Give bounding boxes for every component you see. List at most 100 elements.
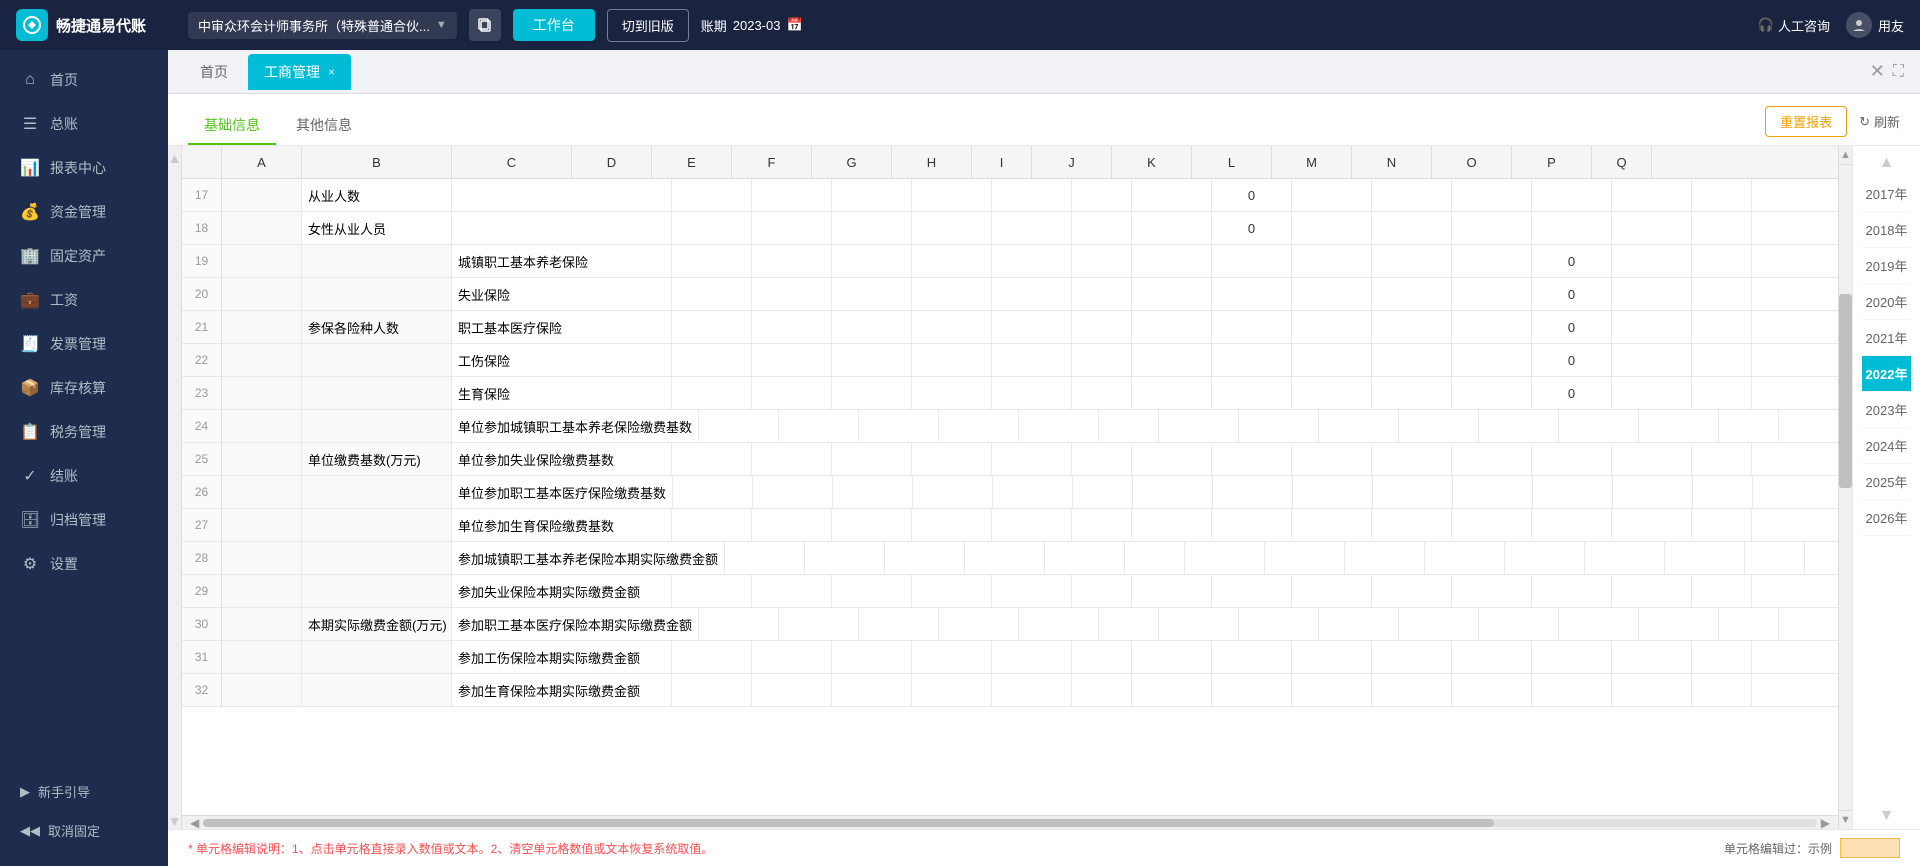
cell-J[interactable] <box>1132 212 1212 244</box>
cell-N[interactable] <box>1452 509 1532 541</box>
cell-D[interactable] <box>725 542 805 574</box>
year-item[interactable]: 2022年 <box>1862 356 1912 392</box>
cell-J[interactable] <box>1132 245 1212 277</box>
cell-O[interactable] <box>1559 410 1639 442</box>
service-button[interactable]: 🎧 人工咨询 <box>1758 16 1830 35</box>
cell-A[interactable] <box>222 443 302 475</box>
cell-F[interactable] <box>832 509 912 541</box>
cell-A[interactable] <box>222 311 302 343</box>
vscroll-thumb[interactable] <box>1839 294 1852 488</box>
cell-P[interactable] <box>1612 245 1692 277</box>
sidebar-item-assets[interactable]: 🏢 固定资产 <box>0 234 168 278</box>
sidebar-new-guide[interactable]: ▶ 新手引导 <box>0 772 168 811</box>
cell-Q[interactable] <box>1692 278 1752 310</box>
cell-F[interactable] <box>832 311 912 343</box>
cell-D[interactable] <box>672 179 752 211</box>
vscroll-up-btn[interactable]: ▲ <box>1839 146 1852 165</box>
cell-L[interactable] <box>1292 509 1372 541</box>
cell-P[interactable] <box>1612 443 1692 475</box>
cell-B[interactable] <box>302 377 452 409</box>
cell-L[interactable] <box>1292 674 1372 706</box>
cell-Q[interactable] <box>1692 344 1752 376</box>
cell-J[interactable] <box>1132 674 1212 706</box>
cell-H[interactable] <box>992 311 1072 343</box>
cell-B[interactable]: 女性从业人员 <box>302 212 452 244</box>
cell-A[interactable] <box>222 542 302 574</box>
cell-K[interactable] <box>1212 509 1292 541</box>
cell-K[interactable] <box>1212 443 1292 475</box>
tab-other-info[interactable]: 其他信息 <box>280 107 368 145</box>
cell-B[interactable] <box>302 542 452 574</box>
cell-M[interactable] <box>1425 542 1505 574</box>
cell-F[interactable] <box>832 674 912 706</box>
vscroll-down-btn[interactable]: ▼ <box>1839 810 1852 829</box>
cell-Q[interactable] <box>1692 443 1752 475</box>
cell-P[interactable] <box>1639 608 1719 640</box>
year-item[interactable]: 2026年 <box>1862 500 1912 536</box>
cell-G[interactable] <box>912 179 992 211</box>
cell-A[interactable] <box>222 674 302 706</box>
cell-K[interactable] <box>1212 311 1292 343</box>
cell-C[interactable] <box>452 212 672 244</box>
cell-A[interactable] <box>222 410 302 442</box>
cell-L[interactable] <box>1292 641 1372 673</box>
cell-I[interactable] <box>1072 179 1132 211</box>
cell-B[interactable] <box>302 476 452 508</box>
cell-I[interactable] <box>1099 410 1159 442</box>
cell-J[interactable] <box>1132 641 1212 673</box>
cell-M[interactable] <box>1372 344 1452 376</box>
cell-I[interactable] <box>1072 311 1132 343</box>
cell-O[interactable] <box>1559 608 1639 640</box>
cell-B[interactable] <box>302 344 452 376</box>
cell-G[interactable] <box>912 575 992 607</box>
cell-B[interactable] <box>302 641 452 673</box>
cell-Q[interactable] <box>1692 575 1752 607</box>
cell-E[interactable] <box>752 575 832 607</box>
cell-H[interactable] <box>992 212 1072 244</box>
cell-J[interactable] <box>1132 509 1212 541</box>
cell-K[interactable] <box>1212 377 1292 409</box>
cell-P[interactable] <box>1612 278 1692 310</box>
vertical-scrollbar[interactable]: ▲ ▼ <box>1838 146 1852 829</box>
cell-A[interactable] <box>222 179 302 211</box>
cell-C[interactable]: 城镇职工基本养老保险 <box>452 245 672 277</box>
cell-K[interactable] <box>1239 608 1319 640</box>
cell-F[interactable] <box>832 344 912 376</box>
cell-I[interactable] <box>1072 509 1132 541</box>
cell-M[interactable] <box>1372 311 1452 343</box>
cell-Q[interactable] <box>1692 641 1752 673</box>
cell-C[interactable]: 参加失业保险本期实际缴费金额 <box>452 575 672 607</box>
cell-O[interactable]: 0 <box>1532 377 1612 409</box>
copy-button[interactable] <box>469 9 501 41</box>
cell-E[interactable] <box>752 674 832 706</box>
cell-E[interactable] <box>752 311 832 343</box>
cell-M[interactable] <box>1372 278 1452 310</box>
cell-B[interactable]: 单位缴费基数(万元) <box>302 443 452 475</box>
cell-N[interactable] <box>1479 608 1559 640</box>
cell-G[interactable] <box>912 278 992 310</box>
cell-G[interactable] <box>912 212 992 244</box>
tab-close-icon[interactable]: × <box>328 65 335 79</box>
cell-C[interactable]: 生育保险 <box>452 377 672 409</box>
cell-G[interactable] <box>912 674 992 706</box>
cell-I[interactable] <box>1072 212 1132 244</box>
sidebar-item-inventory[interactable]: 📦 库存核算 <box>0 366 168 410</box>
cell-G[interactable] <box>912 509 992 541</box>
cell-N[interactable] <box>1452 674 1532 706</box>
cell-N[interactable] <box>1452 212 1532 244</box>
cell-I[interactable] <box>1099 608 1159 640</box>
cell-O[interactable]: 0 <box>1532 344 1612 376</box>
cell-E[interactable] <box>779 410 859 442</box>
sidebar-item-closing[interactable]: ✓ 结账 <box>0 454 168 498</box>
horizontal-scrollbar[interactable]: ◀ ▶ <box>182 815 1838 829</box>
cell-J[interactable] <box>1185 542 1265 574</box>
cell-K[interactable] <box>1239 410 1319 442</box>
cell-E[interactable] <box>779 608 859 640</box>
cell-P[interactable] <box>1612 674 1692 706</box>
cell-E[interactable] <box>805 542 885 574</box>
cell-F[interactable] <box>832 179 912 211</box>
cell-Q[interactable] <box>1692 179 1752 211</box>
cell-I[interactable] <box>1072 278 1132 310</box>
cell-A[interactable] <box>222 245 302 277</box>
cell-F[interactable] <box>832 278 912 310</box>
